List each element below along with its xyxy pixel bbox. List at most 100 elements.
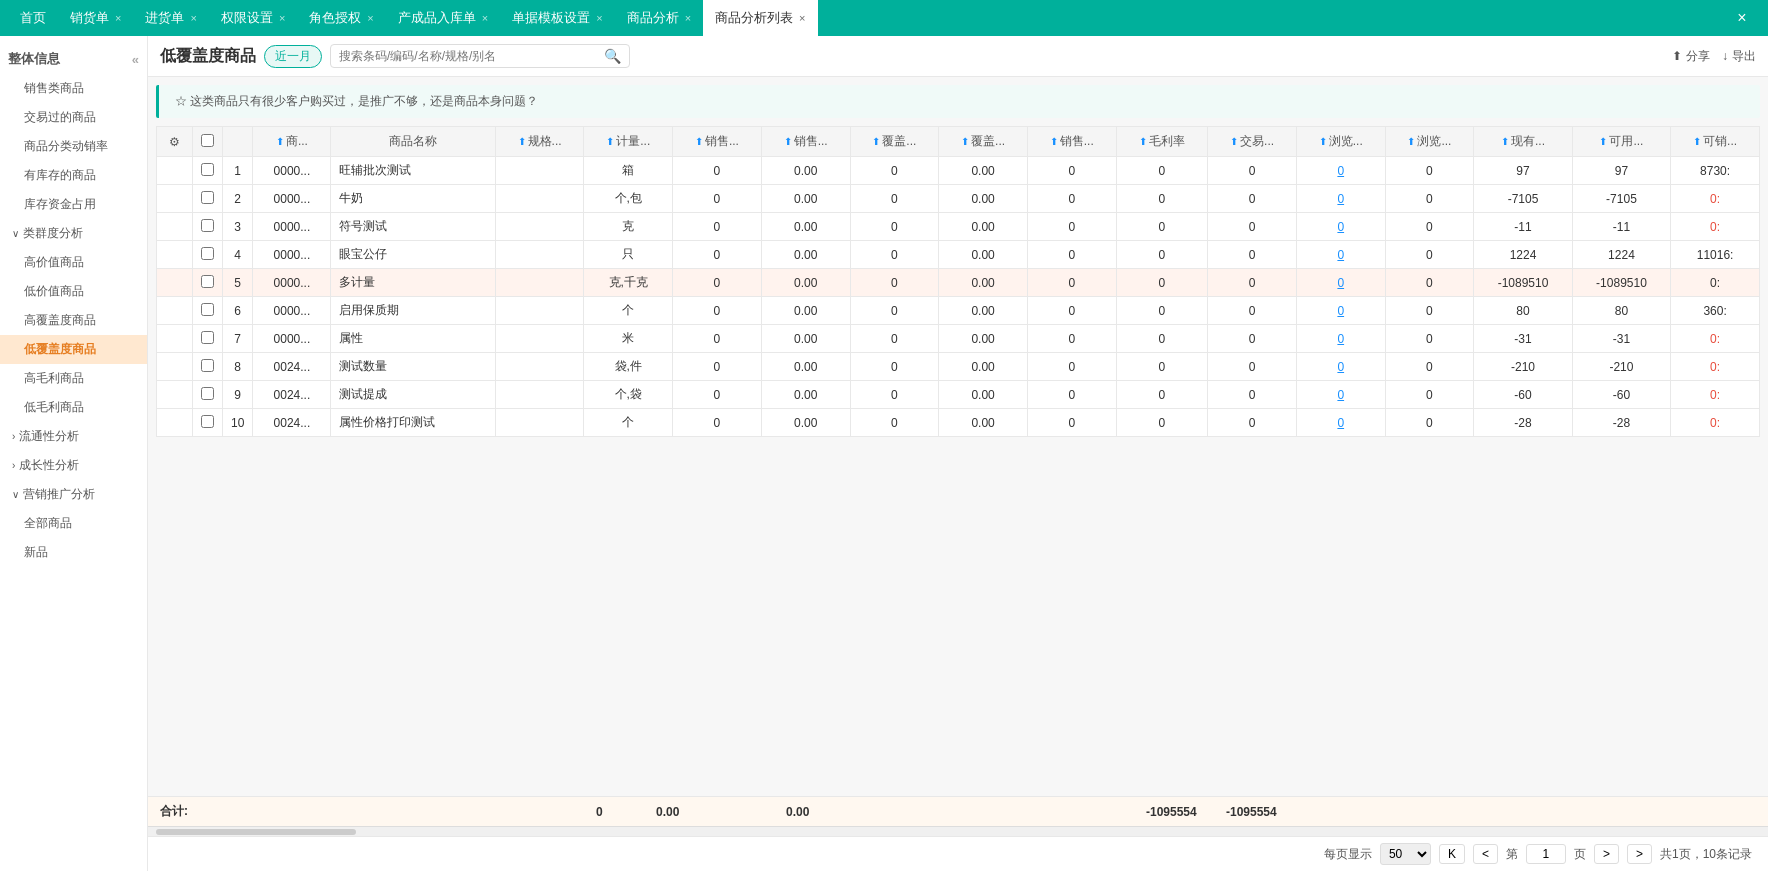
nav-goods-analysis-list[interactable]: 商品分析列表 × xyxy=(703,0,817,36)
row-checkbox-3[interactable] xyxy=(201,247,214,260)
cell-checkbox[interactable] xyxy=(193,213,223,241)
cell-browse1[interactable]: 0 xyxy=(1296,325,1385,353)
sidebar-item-high-margin[interactable]: 高毛利商品 xyxy=(0,364,147,393)
page-number-input[interactable] xyxy=(1526,844,1566,864)
nav-close-sales[interactable]: × xyxy=(115,12,121,24)
th-code[interactable]: ⬆商... xyxy=(253,127,331,157)
cell-checkbox[interactable] xyxy=(193,241,223,269)
cell-browse1[interactable]: 0 xyxy=(1296,409,1385,437)
nav-close-template[interactable]: × xyxy=(596,12,602,24)
th-browse1[interactable]: ⬆浏览... xyxy=(1296,127,1385,157)
cell-checkbox[interactable] xyxy=(193,297,223,325)
sidebar-section-richness[interactable]: ∨ 类群度分析 xyxy=(0,219,147,248)
row-checkbox-9[interactable] xyxy=(201,415,214,428)
search-input[interactable] xyxy=(339,49,604,63)
nav-production[interactable]: 产成品入库单 × xyxy=(386,0,500,36)
sidebar-item-stock-goods[interactable]: 有库存的商品 xyxy=(0,161,147,190)
nav-roles[interactable]: 角色授权 × xyxy=(297,0,385,36)
sidebar-item-new-goods[interactable]: 新品 xyxy=(0,538,147,567)
cell-browse1[interactable]: 0 xyxy=(1296,297,1385,325)
sidebar-item-high-value[interactable]: 高价值商品 xyxy=(0,248,147,277)
cell-checkbox[interactable] xyxy=(193,325,223,353)
row-checkbox-2[interactable] xyxy=(201,219,214,232)
th-sellable[interactable]: ⬆可销... xyxy=(1671,127,1760,157)
th-cover1[interactable]: ⬆覆盖... xyxy=(850,127,939,157)
cell-browse1[interactable]: 0 xyxy=(1296,241,1385,269)
row-checkbox-8[interactable] xyxy=(201,387,214,400)
table-row: 8 0024... 测试数量 袋,件 0 0.00 0 0.00 0 0 0 0… xyxy=(157,353,1760,381)
nav-permissions[interactable]: 权限设置 × xyxy=(209,0,297,36)
nav-template[interactable]: 单据模板设置 × xyxy=(500,0,614,36)
export-button[interactable]: ↓ 导出 xyxy=(1722,48,1756,65)
th-gross[interactable]: ⬆毛利率 xyxy=(1116,127,1208,157)
sidebar-item-category-rate[interactable]: 商品分类动销率 xyxy=(0,132,147,161)
sidebar-item-low-coverage[interactable]: 低覆盖度商品 xyxy=(0,335,147,364)
sidebar-section-marketing[interactable]: ∨ 营销推广分析 xyxy=(0,480,147,509)
cell-checkbox[interactable] xyxy=(193,269,223,297)
th-sales-amount[interactable]: ⬆销售... xyxy=(761,127,850,157)
th-cover2[interactable]: ⬆覆盖... xyxy=(939,127,1028,157)
row-checkbox-4[interactable] xyxy=(201,275,214,288)
share-button[interactable]: ⬆ 分享 xyxy=(1672,48,1710,65)
window-close-button[interactable]: × xyxy=(1724,0,1760,36)
cell-cover1: 0 xyxy=(850,353,939,381)
cell-browse1[interactable]: 0 xyxy=(1296,269,1385,297)
th-unit[interactable]: ⬆计量... xyxy=(584,127,673,157)
cell-checkbox[interactable] xyxy=(193,157,223,185)
horizontal-scrollbar[interactable] xyxy=(156,829,356,835)
nav-close-goods-analysis[interactable]: × xyxy=(685,12,691,24)
nav-close-roles[interactable]: × xyxy=(367,12,373,24)
th-trade[interactable]: ⬆交易... xyxy=(1208,127,1297,157)
sidebar-collapse-icon[interactable]: « xyxy=(132,52,139,67)
th-available[interactable]: ⬆可用... xyxy=(1572,127,1670,157)
cell-browse1[interactable]: 0 xyxy=(1296,353,1385,381)
nav-home[interactable]: 首页 xyxy=(8,0,58,36)
th-current[interactable]: ⬆现有... xyxy=(1474,127,1572,157)
nav-close-goods-analysis-list[interactable]: × xyxy=(799,12,805,24)
cell-browse1[interactable]: 0 xyxy=(1296,381,1385,409)
row-checkbox-0[interactable] xyxy=(201,163,214,176)
select-all-checkbox[interactable] xyxy=(201,134,214,147)
cell-browse1[interactable]: 0 xyxy=(1296,157,1385,185)
sidebar-section-growth[interactable]: › 成长性分析 xyxy=(0,451,147,480)
th-sales-qty[interactable]: ⬆销售... xyxy=(673,127,762,157)
sidebar-item-traded-goods[interactable]: 交易过的商品 xyxy=(0,103,147,132)
cell-browse1[interactable]: 0 xyxy=(1296,213,1385,241)
last-page-button[interactable]: > xyxy=(1627,844,1652,864)
next-page-button[interactable]: > xyxy=(1594,844,1619,864)
th-settings[interactable]: ⚙ xyxy=(157,127,193,157)
row-checkbox-1[interactable] xyxy=(201,191,214,204)
search-icon[interactable]: 🔍 xyxy=(604,48,621,64)
sidebar-item-stock-capital[interactable]: 库存资金占用 xyxy=(0,190,147,219)
time-filter-button[interactable]: 近一月 xyxy=(264,45,322,68)
th-checkbox[interactable] xyxy=(193,127,223,157)
nav-purchase[interactable]: 进货单 × xyxy=(133,0,208,36)
sidebar-item-high-coverage[interactable]: 高覆盖度商品 xyxy=(0,306,147,335)
th-name[interactable]: 商品名称 xyxy=(331,127,495,157)
prev-page-button[interactable]: < xyxy=(1473,844,1498,864)
cell-checkbox[interactable] xyxy=(193,185,223,213)
cell-checkbox[interactable] xyxy=(193,381,223,409)
nav-sales[interactable]: 销货单 × xyxy=(58,0,133,36)
nav-close-permissions[interactable]: × xyxy=(279,12,285,24)
cell-checkbox[interactable] xyxy=(193,353,223,381)
cell-sales-qty: 0 xyxy=(673,241,762,269)
sidebar-section-circulation[interactable]: › 流通性分析 xyxy=(0,422,147,451)
sidebar-item-sales-goods[interactable]: 销售类商品 xyxy=(0,74,147,103)
nav-close-production[interactable]: × xyxy=(482,12,488,24)
th-spec[interactable]: ⬆规格... xyxy=(495,127,584,157)
sidebar-item-all-goods[interactable]: 全部商品 xyxy=(0,509,147,538)
cell-browse1[interactable]: 0 xyxy=(1296,185,1385,213)
sidebar-item-low-margin[interactable]: 低毛利商品 xyxy=(0,393,147,422)
first-page-button[interactable]: K xyxy=(1439,844,1465,864)
row-checkbox-6[interactable] xyxy=(201,331,214,344)
nav-goods-analysis[interactable]: 商品分析 × xyxy=(615,0,703,36)
th-sales3[interactable]: ⬆销售... xyxy=(1027,127,1116,157)
per-page-select[interactable]: 50 20 100 xyxy=(1380,843,1431,865)
row-checkbox-5[interactable] xyxy=(201,303,214,316)
th-browse2[interactable]: ⬆浏览... xyxy=(1385,127,1474,157)
cell-checkbox[interactable] xyxy=(193,409,223,437)
nav-close-purchase[interactable]: × xyxy=(190,12,196,24)
sidebar-item-low-value[interactable]: 低价值商品 xyxy=(0,277,147,306)
row-checkbox-7[interactable] xyxy=(201,359,214,372)
